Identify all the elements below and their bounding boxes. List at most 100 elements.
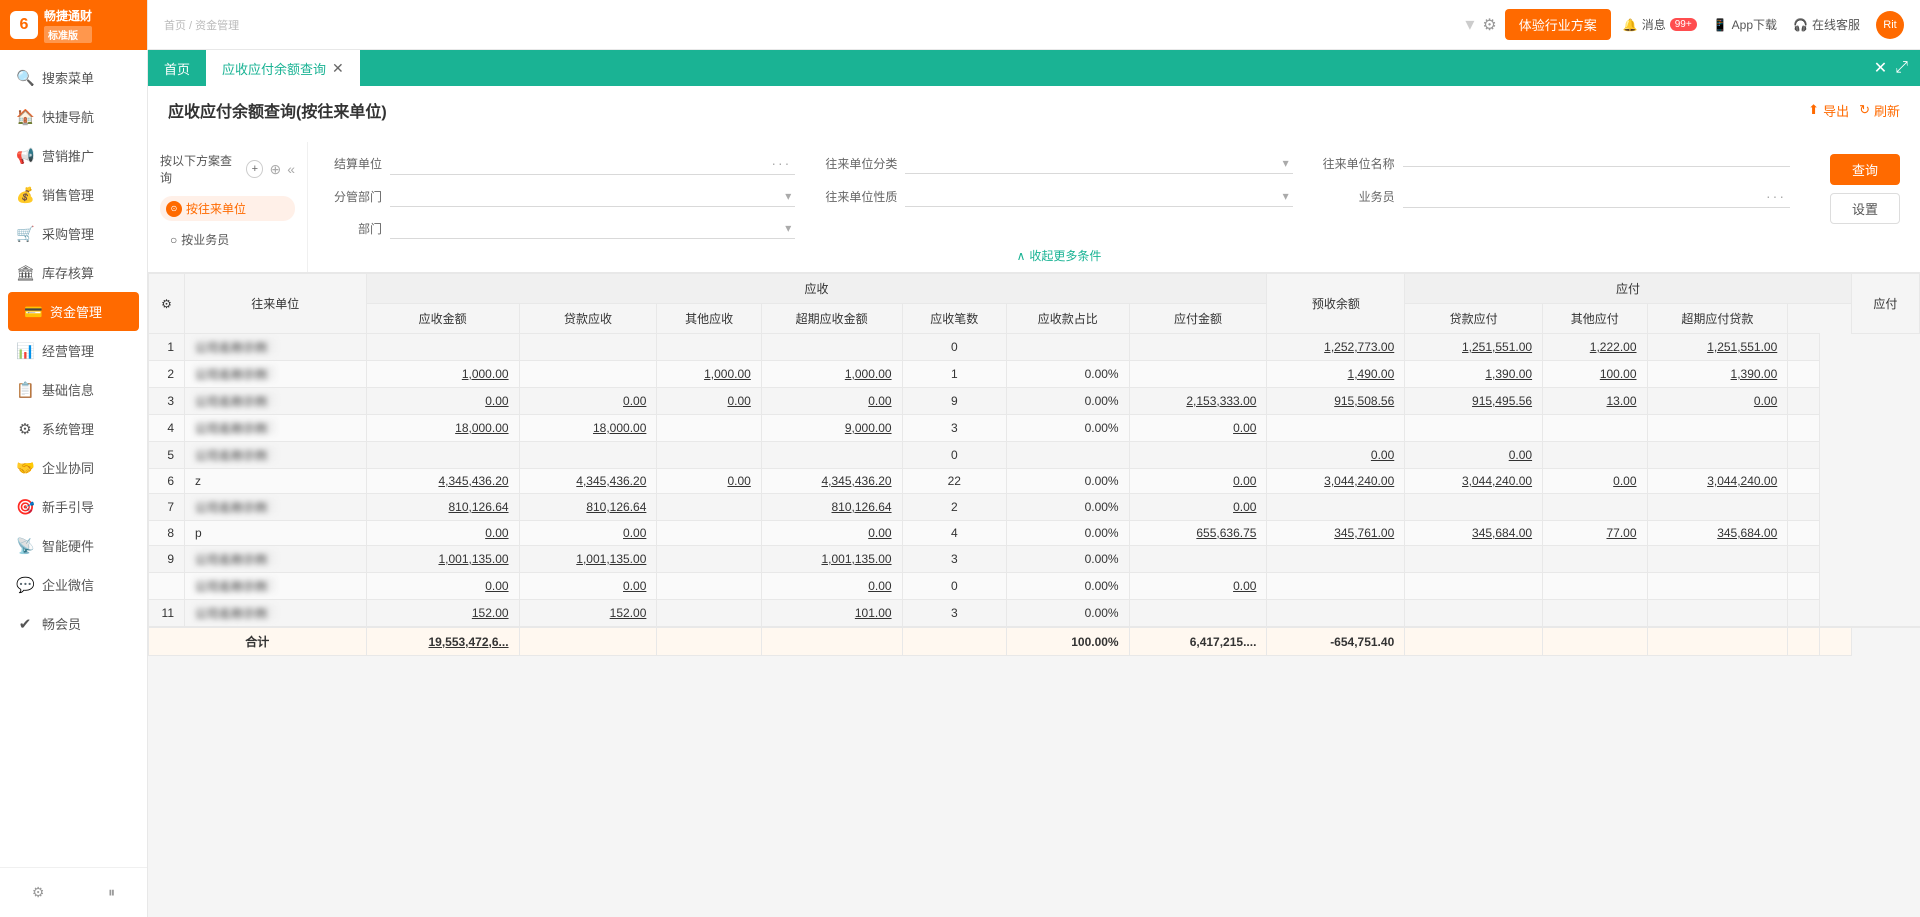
sidebar-item-basic[interactable]: 📋 基础信息	[0, 370, 147, 409]
row-ap_overdue[interactable]: 1,390.00	[1647, 361, 1788, 388]
row-ar_amount[interactable]: 1,000.00	[366, 361, 519, 388]
collapse-scheme-icon[interactable]: «	[287, 161, 295, 177]
row-ar_loan[interactable]: 810,126.64	[519, 494, 657, 521]
row-ar_overdue[interactable]: 810,126.64	[761, 494, 902, 521]
th-settings[interactable]: ⚙	[149, 274, 185, 334]
view-by-staff[interactable]: ○ 按业务员	[160, 227, 295, 252]
sidebar-item-finance[interactable]: 💳 资金管理	[8, 292, 139, 331]
row-ap_loan[interactable]: 3,044,240.00	[1405, 469, 1543, 494]
row-ar-prepay[interactable]: 0.00	[1129, 469, 1267, 494]
gear-icon[interactable]: ⚙	[1482, 15, 1496, 35]
sidebar-item-business[interactable]: 📊 经营管理	[0, 331, 147, 370]
row-ar_amount[interactable]: 810,126.64	[366, 494, 519, 521]
row-ar_overdue[interactable]: 0.00	[761, 573, 902, 600]
row-ar_overdue[interactable]: 0.00	[761, 388, 902, 415]
row-ap_other[interactable]: 0.00	[1543, 469, 1647, 494]
row-ar_loan[interactable]: 0.00	[519, 573, 657, 600]
row-ap_other[interactable]: 13.00	[1543, 388, 1647, 415]
counterpart-category-control[interactable]: ▾	[905, 153, 1292, 174]
row-ar_loan[interactable]: 4,345,436.20	[519, 469, 657, 494]
counterpart-name-control[interactable]	[1403, 160, 1790, 167]
salesperson-dots-icon[interactable]: ···	[1766, 188, 1786, 204]
row-ar_amount[interactable]: 18,000.00	[366, 415, 519, 442]
sidebar-item-guide[interactable]: 🎯 新手引导	[0, 487, 147, 526]
row-ap_other[interactable]: 1,222.00	[1543, 334, 1647, 361]
row-ap_amount[interactable]: 345,761.00	[1267, 521, 1405, 546]
table-wrapper[interactable]: ⚙ 往来单位 应收 预收余额 应付 应付 应收金额 贷款应收 其他应收 超期应收…	[148, 273, 1920, 917]
sidebar-item-inventory[interactable]: 🏛 库存核算	[0, 253, 147, 292]
table-settings-icon[interactable]: ⚙	[161, 297, 172, 311]
row-ap_other[interactable]: 77.00	[1543, 521, 1647, 546]
row-ar_loan[interactable]: 1,001,135.00	[519, 546, 657, 573]
row-ar-prepay[interactable]: 0.00	[1129, 494, 1267, 521]
footer-ar-amount[interactable]: 19,553,472,6...	[366, 627, 519, 656]
row-ar_loan[interactable]: 152.00	[519, 600, 657, 628]
window-close-icon[interactable]: ✕	[1874, 58, 1887, 78]
row-ap_amount[interactable]: 3,044,240.00	[1267, 469, 1405, 494]
row-ap_amount[interactable]: 915,508.56	[1267, 388, 1405, 415]
sidebar-item-system[interactable]: ⚙ 系统管理	[0, 409, 147, 448]
row-ar_other[interactable]: 0.00	[657, 388, 761, 415]
row-ap_loan[interactable]: 345,684.00	[1405, 521, 1543, 546]
row-ap_amount[interactable]: 1,490.00	[1267, 361, 1405, 388]
row-ar-prepay[interactable]: 2,153,333.00	[1129, 388, 1267, 415]
sidebar-item-enterprise[interactable]: 🤝 企业协同	[0, 448, 147, 487]
sidebar-item-sales[interactable]: 💰 销售管理	[0, 175, 147, 214]
row-ar_other[interactable]: 0.00	[657, 469, 761, 494]
row-ap_loan[interactable]: 1,251,551.00	[1405, 334, 1543, 361]
sidebar-item-marketing[interactable]: 📢 营销推广	[0, 136, 147, 175]
sidebar-item-purchase[interactable]: 🛒 采购管理	[0, 214, 147, 253]
settings-button[interactable]: 设置	[1830, 193, 1900, 224]
row-ar-prepay[interactable]: 0.00	[1129, 573, 1267, 600]
row-ap_loan[interactable]: 1,390.00	[1405, 361, 1543, 388]
row-ar_loan[interactable]: 0.00	[519, 388, 657, 415]
row-ar_loan[interactable]: 0.00	[519, 521, 657, 546]
sidebar-item-quick-nav[interactable]: 🏠 快捷导航	[0, 97, 147, 136]
row-ap_overdue[interactable]: 1,251,551.00	[1647, 334, 1788, 361]
row-ar_overdue[interactable]: 1,001,135.00	[761, 546, 902, 573]
row-ar_overdue[interactable]: 101.00	[761, 600, 902, 628]
row-ar_other[interactable]: 1,000.00	[657, 361, 761, 388]
promo-button[interactable]: 体验行业方案	[1505, 9, 1611, 40]
row-ar_amount[interactable]: 4,345,436.20	[366, 469, 519, 494]
dept-manager-control[interactable]: ▾	[390, 186, 795, 207]
row-ar_amount[interactable]: 1,001,135.00	[366, 546, 519, 573]
row-ap_overdue[interactable]: 0.00	[1647, 388, 1788, 415]
row-ap_overdue[interactable]: 345,684.00	[1647, 521, 1788, 546]
customer-service-btn[interactable]: 🎧 在线客服	[1793, 16, 1860, 33]
row-ap_other[interactable]: 100.00	[1543, 361, 1647, 388]
add-scheme-btn[interactable]: +	[246, 160, 263, 178]
row-ar_overdue[interactable]: 0.00	[761, 521, 902, 546]
refresh-btn[interactable]: ↻ 刷新	[1859, 101, 1900, 120]
salesperson-control[interactable]: ···	[1403, 185, 1790, 208]
row-ap_overdue[interactable]: 3,044,240.00	[1647, 469, 1788, 494]
row-ap_amount[interactable]: 1,252,773.00	[1267, 334, 1405, 361]
row-ar_amount[interactable]: 152.00	[366, 600, 519, 628]
sidebar-item-hardware[interactable]: 📡 智能硬件	[0, 526, 147, 565]
settings-bottom-btn[interactable]: ⚙	[22, 878, 55, 907]
tab-close-icon[interactable]: ✕	[332, 60, 344, 77]
row-ap_loan[interactable]: 0.00	[1405, 442, 1543, 469]
export-btn[interactable]: ⬆ 导出	[1808, 101, 1849, 120]
settlement-dots-icon[interactable]: ···	[771, 155, 791, 171]
view-by-unit[interactable]: ⊙ 按往来单位	[160, 196, 295, 221]
row-ar_amount[interactable]: 0.00	[366, 573, 519, 600]
row-ar_amount[interactable]: 0.00	[366, 388, 519, 415]
settlement-unit-control[interactable]: ···	[390, 152, 795, 175]
window-expand-icon[interactable]: ⤢	[1895, 59, 1908, 77]
sidebar-item-search-menu[interactable]: 🔍 搜索菜单	[0, 58, 147, 97]
row-ar_overdue[interactable]: 9,000.00	[761, 415, 902, 442]
notifications-btn[interactable]: 🔔 消息 99+	[1623, 16, 1697, 33]
row-ar-prepay[interactable]: 655,636.75	[1129, 521, 1267, 546]
row-ar_loan[interactable]: 18,000.00	[519, 415, 657, 442]
settings-scheme-icon[interactable]: ⊕	[269, 161, 281, 178]
collapse-filters-btn[interactable]: ∧ 收起更多条件	[328, 239, 1790, 272]
collapse-sidebar-btn[interactable]: ⏸	[98, 878, 125, 907]
row-ar_amount[interactable]: 0.00	[366, 521, 519, 546]
query-button[interactable]: 查询	[1830, 154, 1900, 185]
counterpart-nature-control[interactable]: ▾	[905, 186, 1292, 207]
row-ar-prepay[interactable]: 0.00	[1129, 415, 1267, 442]
sidebar-item-wechat[interactable]: 💬 企业微信	[0, 565, 147, 604]
row-ar_overdue[interactable]: 4,345,436.20	[761, 469, 902, 494]
sidebar-item-member[interactable]: ✔ 畅会员	[0, 604, 147, 643]
